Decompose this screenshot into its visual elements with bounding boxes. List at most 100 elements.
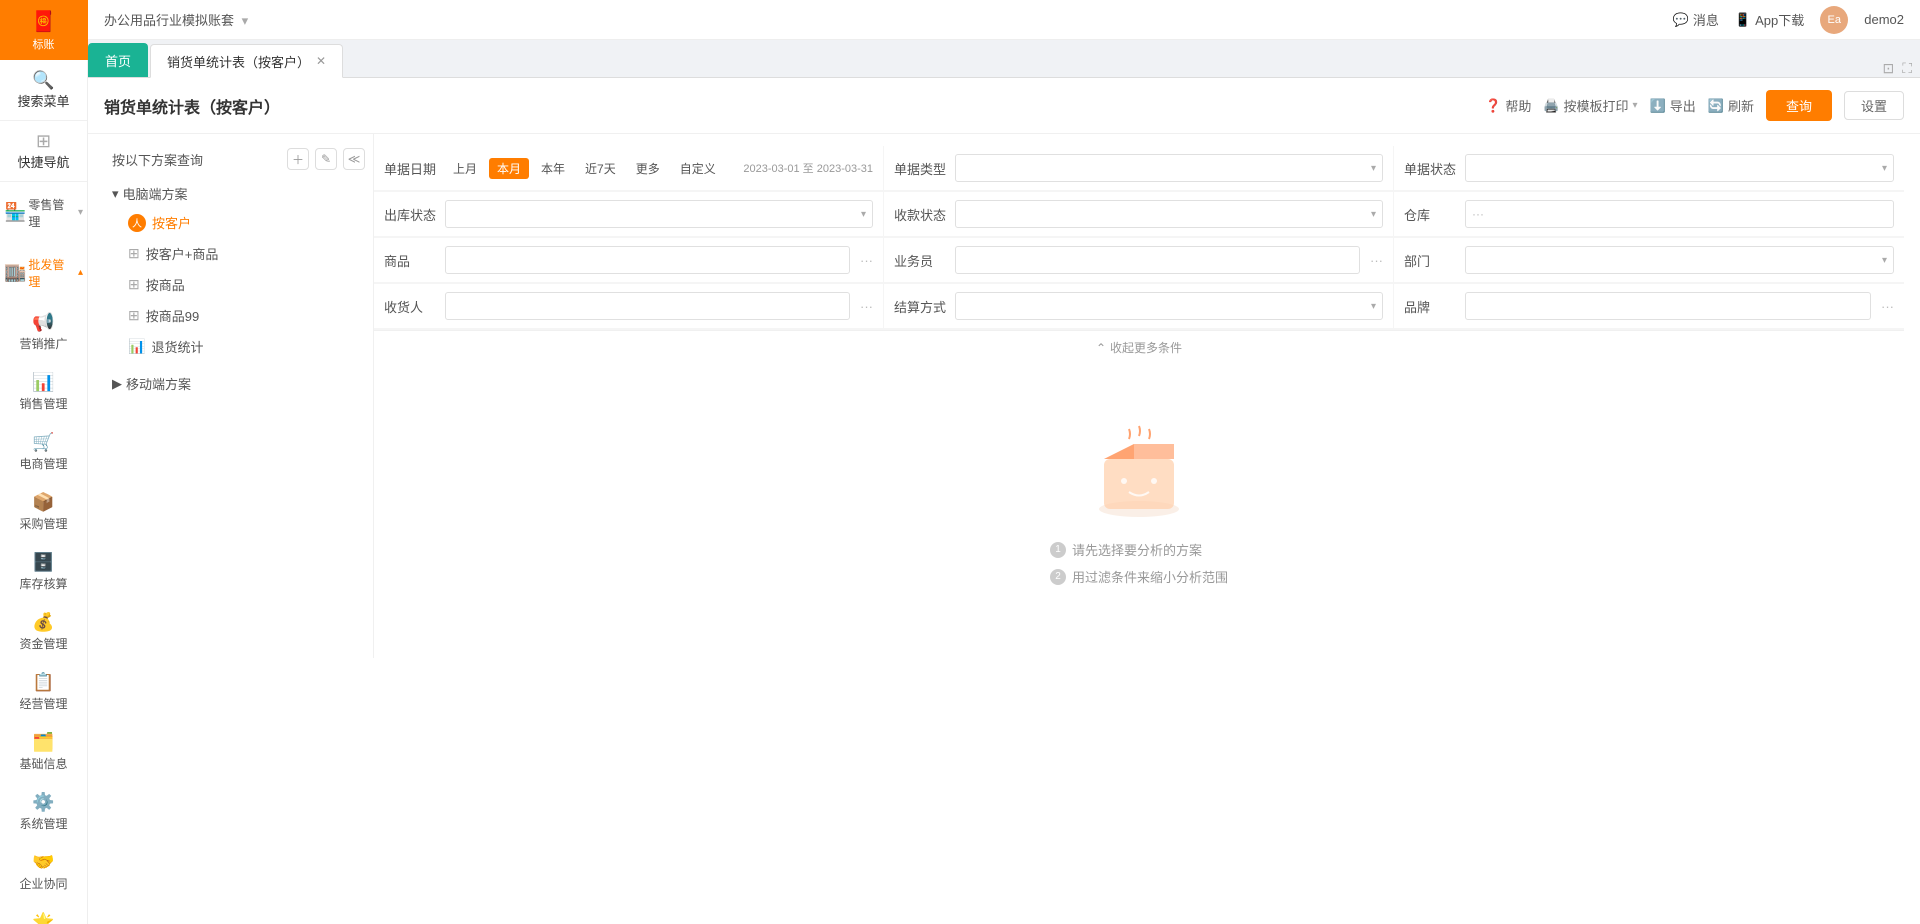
- filter-row-1: 单据日期 上月 本月 本年 近7天 更多 自定义 2023-03-01: [374, 146, 1904, 192]
- empty-tip-2: 2 用过滤条件来缩小分析范围: [1050, 567, 1228, 586]
- user-avatar: Ea: [1820, 6, 1848, 34]
- sidebar-search-item[interactable]: 🔍 搜索菜单: [0, 60, 87, 121]
- goods-input[interactable]: [445, 246, 850, 274]
- sidebar-nav-item[interactable]: ⊞ 快捷导航: [0, 121, 87, 182]
- plan-customer-goods-label: 按客户+商品: [146, 244, 219, 263]
- settlement-select[interactable]: ▾: [955, 292, 1383, 320]
- plan-item-goods99[interactable]: ⊞ 按商品99: [104, 300, 373, 331]
- tab-restore-icon[interactable]: ⊡: [1882, 60, 1894, 77]
- tab-sales-stat-close[interactable]: ✕: [316, 54, 326, 68]
- salesperson-dots[interactable]: ···: [1370, 253, 1383, 268]
- sidebar-item-ecommerce[interactable]: 🛒 电商管理: [0, 422, 87, 482]
- filter-cell-department: 部门 ▾: [1394, 238, 1904, 283]
- tab-home[interactable]: 首页: [88, 43, 148, 77]
- collapse-more-btn[interactable]: ⌃ 收起更多条件: [374, 330, 1904, 364]
- help-btn[interactable]: ❓ 帮助: [1485, 96, 1531, 115]
- recipient-input[interactable]: [445, 292, 850, 320]
- sidebar-item-purchase[interactable]: 📦 采购管理: [0, 482, 87, 542]
- tip-num-1: 1: [1050, 542, 1066, 558]
- date-buttons: 上月 本月 本年 近7天 更多 自定义: [445, 158, 724, 179]
- out-status-select[interactable]: ▾: [445, 200, 873, 228]
- sidebar-marketing-label: 营销推广: [19, 335, 67, 352]
- filter-cell-settlement: 结算方式 ▾: [884, 284, 1394, 329]
- logo-icon: 🧧: [31, 9, 56, 34]
- warehouse-input[interactable]: ···: [1465, 200, 1894, 228]
- date-btn-custom[interactable]: 自定义: [672, 158, 724, 179]
- topbar-title: 办公用品行业模拟账套 ▾: [104, 10, 1661, 29]
- tab-expand-icon[interactable]: ⛶: [1902, 60, 1912, 77]
- recipient-dots[interactable]: ···: [860, 299, 873, 314]
- doc-status-select[interactable]: ▾: [1465, 154, 1894, 182]
- filter-cell-doc-status: 单据状态 ▾: [1394, 146, 1904, 191]
- sidebar-item-retail[interactable]: 🏪 零售管理 ▾: [0, 182, 87, 242]
- empty-tips: 1 请先选择要分析的方案 2 用过滤条件来缩小分析范围: [1050, 540, 1228, 586]
- export-btn[interactable]: ⬇️ 导出: [1650, 96, 1696, 115]
- sidebar-item-guide[interactable]: 🌟 新手引导: [0, 902, 87, 924]
- page-actions: ❓ 帮助 🖨️ 按模板打印 ▾ ⬇️ 导出 🔄 刷新 查询 设置: [1485, 90, 1904, 121]
- department-select[interactable]: ▾: [1465, 246, 1894, 274]
- sidebar-item-marketing[interactable]: 📢 营销推广: [0, 302, 87, 362]
- topbar-right: 💬 消息 📱 App下载 Ea demo2: [1673, 6, 1904, 34]
- tab-sales-stat-label: 销货单统计表（按客户）: [167, 52, 310, 71]
- plan-goods99-label: 按商品99: [146, 306, 199, 325]
- sidebar-item-base[interactable]: 🗂️ 基础信息: [0, 722, 87, 782]
- tip-text-1: 请先选择要分析的方案: [1072, 540, 1202, 559]
- filter-cell-brand: 品牌 ···: [1394, 284, 1904, 329]
- pc-plan-group-title[interactable]: ▾ 电脑端方案: [104, 180, 373, 207]
- refresh-icon: 🔄: [1708, 98, 1724, 114]
- collapse-panel-icon[interactable]: ≪: [343, 148, 365, 170]
- settings-btn[interactable]: 设置: [1844, 91, 1904, 120]
- main-area: 办公用品行业模拟账套 ▾ 💬 消息 📱 App下载 Ea demo2 首页 销货…: [88, 0, 1920, 924]
- filter-cell-goods: 商品 ···: [374, 238, 884, 283]
- sidebar-item-system[interactable]: ⚙️ 系统管理: [0, 782, 87, 842]
- sidebar-item-inventory[interactable]: 🗄️ 库存核算: [0, 542, 87, 602]
- topbar-message-btn[interactable]: 💬 消息: [1673, 10, 1719, 29]
- salesperson-label: 业务员: [894, 251, 949, 270]
- edit-plan-icon[interactable]: ✎: [315, 148, 337, 170]
- plan-customer-dot: 人: [128, 214, 146, 232]
- plan-item-return-stat[interactable]: 📊 退货统计: [104, 331, 373, 362]
- sidebar-item-sales[interactable]: 📊 销售管理: [0, 362, 87, 422]
- topbar-app-download-btn[interactable]: 📱 App下载: [1735, 10, 1804, 29]
- plan-goods-icon: ⊞: [128, 276, 140, 293]
- date-btn-more[interactable]: 更多: [628, 158, 668, 179]
- message-icon: 💬: [1673, 12, 1689, 28]
- sidebar-item-wholesale[interactable]: 🏬 批发管理 ▴: [0, 242, 87, 302]
- empty-tip-1: 1 请先选择要分析的方案: [1050, 540, 1228, 559]
- tip-text-2: 用过滤条件来缩小分析范围: [1072, 567, 1228, 586]
- date-btn-this-year[interactable]: 本年: [533, 158, 573, 179]
- plan-item-goods[interactable]: ⊞ 按商品: [104, 269, 373, 300]
- query-btn[interactable]: 查询: [1766, 90, 1832, 121]
- date-btn-last-month[interactable]: 上月: [445, 158, 485, 179]
- tab-sales-stat[interactable]: 销货单统计表（按客户） ✕: [150, 44, 343, 78]
- out-status-arrow: ▾: [861, 209, 866, 220]
- date-btn-this-month[interactable]: 本月: [489, 158, 529, 179]
- plan-item-customer-goods[interactable]: ⊞ 按客户+商品: [104, 238, 373, 269]
- plan-item-customer[interactable]: 人 按客户: [104, 207, 373, 238]
- mobile-plan-group-title[interactable]: ▶ 移动端方案: [104, 370, 373, 397]
- doc-type-select[interactable]: ▾: [955, 154, 1383, 182]
- brand-dots[interactable]: ···: [1881, 299, 1894, 314]
- out-status-label: 出库状态: [384, 205, 439, 224]
- goods-dots[interactable]: ···: [860, 253, 873, 268]
- sidebar-item-management[interactable]: 📋 经营管理: [0, 662, 87, 722]
- brand-input[interactable]: [1465, 292, 1871, 320]
- warehouse-label: 仓库: [1404, 205, 1459, 224]
- add-plan-icon[interactable]: ＋: [287, 148, 309, 170]
- date-btn-7days[interactable]: 近7天: [577, 158, 624, 179]
- sidebar-item-collab[interactable]: 🤝 企业协同: [0, 842, 87, 902]
- tip-num-2: 2: [1050, 569, 1066, 585]
- template-print-btn[interactable]: 🖨️ 按模板打印 ▾: [1543, 96, 1637, 115]
- export-label: 导出: [1670, 96, 1696, 115]
- pc-plan-group: ▾ 电脑端方案 人 按客户 ⊞ 按客户+商品 ⊞ 按商品: [104, 176, 373, 366]
- sidebar-item-finance[interactable]: 💰 资金管理: [0, 602, 87, 662]
- salesperson-input[interactable]: [955, 246, 1360, 274]
- doc-type-label: 单据类型: [894, 159, 949, 178]
- refresh-btn[interactable]: 🔄 刷新: [1708, 96, 1754, 115]
- topbar: 办公用品行业模拟账套 ▾ 💬 消息 📱 App下载 Ea demo2: [88, 0, 1920, 40]
- plan-customer-goods-icon: ⊞: [128, 245, 140, 262]
- sidebar-search-label: 搜索菜单: [0, 91, 87, 110]
- payment-status-select[interactable]: ▾: [955, 200, 1383, 228]
- sidebar-system-label: 系统管理: [19, 815, 67, 832]
- topbar-title-arrow[interactable]: ▾: [242, 13, 249, 28]
